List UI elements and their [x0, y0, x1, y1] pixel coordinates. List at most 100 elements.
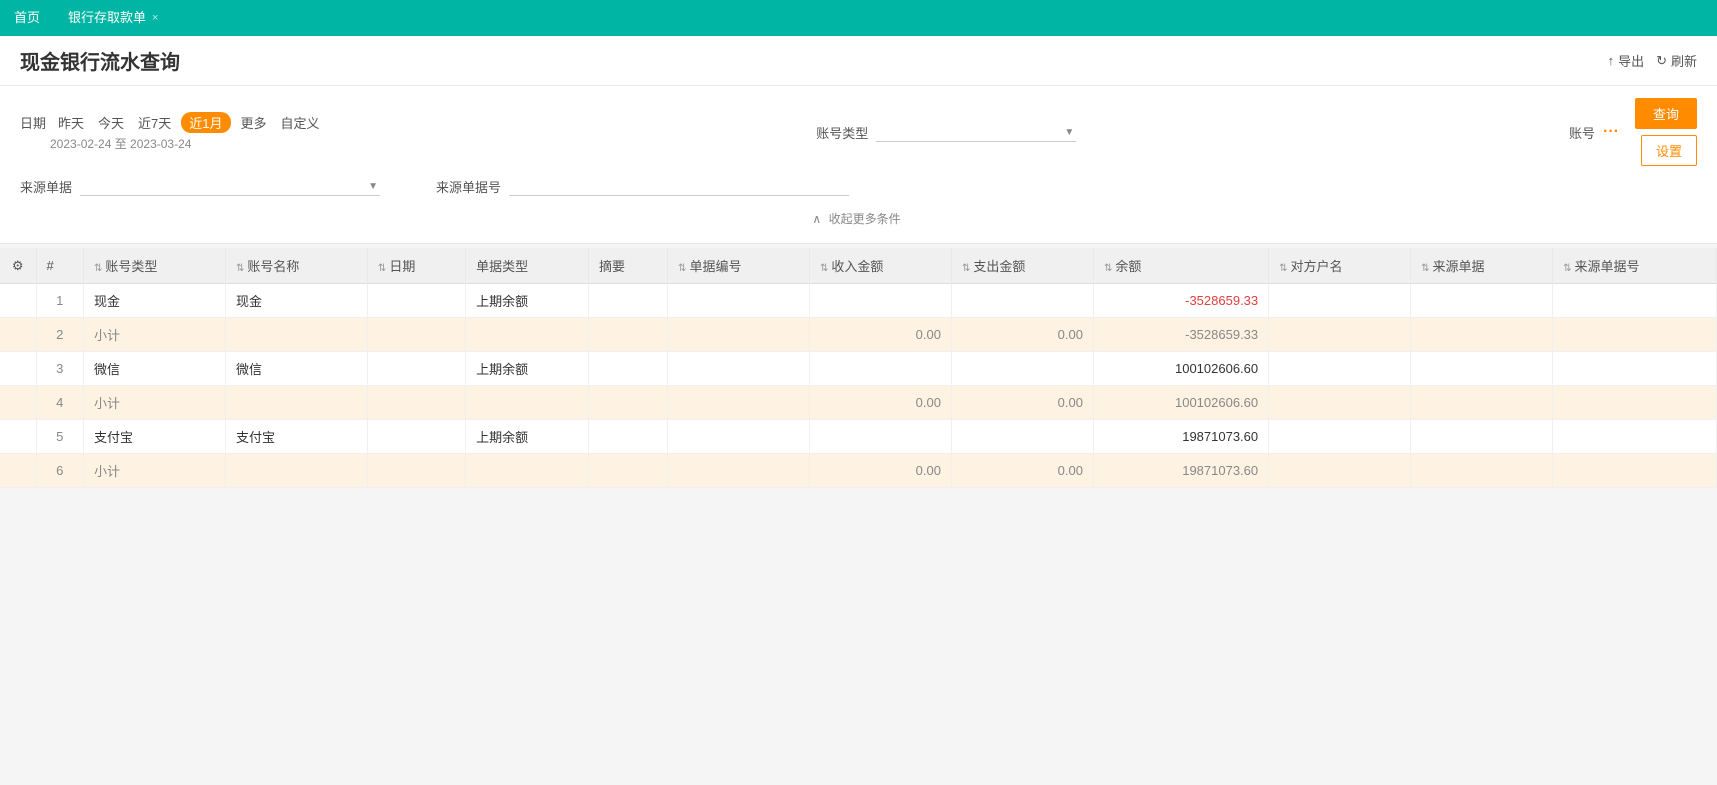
date-option-近7天[interactable]: 近7天: [134, 112, 175, 133]
row-summary: [588, 352, 667, 386]
col-header-doc_type: 单据类型: [466, 248, 589, 284]
date-option-更多[interactable]: 更多: [237, 112, 271, 133]
date-option-昨天[interactable]: 昨天: [54, 112, 88, 133]
row-income: [810, 284, 952, 318]
row-source_doc_no: [1553, 352, 1717, 386]
row-account_name: [225, 386, 367, 420]
row-account_name: [225, 318, 367, 352]
source-doc-no-label: 来源单据号: [436, 177, 501, 196]
col-header-doc_no[interactable]: ⇅单据编号: [668, 248, 810, 284]
row-summary: [588, 318, 667, 352]
row-doc_type: 上期余额: [466, 284, 589, 318]
row-doc_no: [668, 454, 810, 488]
row-income: 0.00: [810, 386, 952, 420]
row-source_doc_no: [1553, 454, 1717, 488]
row-num: 5: [36, 420, 83, 454]
row-account_type: 小计: [83, 318, 225, 352]
row-doc_no: [668, 420, 810, 454]
col-header-num: #: [36, 248, 83, 284]
row-num: 2: [36, 318, 83, 352]
table-row: 2小计0.000.00-3528659.33: [0, 318, 1717, 352]
col-header-expense[interactable]: ⇅支出金额: [951, 248, 1093, 284]
account-dots-button[interactable]: ···: [1603, 123, 1619, 141]
row-balance: -3528659.33: [1093, 284, 1268, 318]
row-balance: 100102606.60: [1093, 386, 1268, 420]
nav-item-银行存取款单[interactable]: 银行存取款单×: [54, 0, 198, 36]
table-row: 3微信微信上期余额100102606.60: [0, 352, 1717, 386]
row-source_doc_no: [1553, 318, 1717, 352]
nav-home[interactable]: 首页: [0, 0, 54, 36]
table-row: 4小计0.000.00100102606.60: [0, 386, 1717, 420]
sort-icon: ⇅: [94, 263, 102, 274]
nav-items: 收款单×付款单×其他收入单×应收应付调整单×银行存取款单×预收冲应收单×收款核销…: [54, 0, 198, 36]
filter-row-1: 日期 昨天今天近7天近1月更多自定义 2023-02-24 至 2023-03-…: [20, 98, 1697, 166]
row-account_type: 微信: [83, 352, 225, 386]
row-doc_type: [466, 454, 589, 488]
row-balance: 100102606.60: [1093, 352, 1268, 386]
row-income: 0.00: [810, 454, 952, 488]
col-header-account_name[interactable]: ⇅账号名称: [225, 248, 367, 284]
row-income: [810, 352, 952, 386]
col-header-balance[interactable]: ⇅余额: [1093, 248, 1268, 284]
row-doc_type: [466, 318, 589, 352]
settings-button[interactable]: 设置: [1641, 135, 1697, 166]
row-balance: 19871073.60: [1093, 420, 1268, 454]
row-gear-cell: [0, 318, 36, 352]
account-label: 账号: [1569, 123, 1595, 142]
source-doc-select[interactable]: [80, 176, 380, 196]
sort-icon: ⇅: [678, 263, 686, 274]
date-range: 2023-02-24 至 2023-03-24: [50, 135, 191, 152]
col-header-source_doc[interactable]: ⇅来源单据: [1411, 248, 1553, 284]
row-account_name: 支付宝: [225, 420, 367, 454]
export-button[interactable]: ↑ 导出: [1608, 51, 1645, 70]
col-header-account_type[interactable]: ⇅账号类型: [83, 248, 225, 284]
row-expense: [951, 420, 1093, 454]
account-type-label: 账号类型: [816, 123, 868, 142]
row-account_name: 微信: [225, 352, 367, 386]
row-counterparty: [1269, 284, 1411, 318]
filter-area: 日期 昨天今天近7天近1月更多自定义 2023-02-24 至 2023-03-…: [0, 86, 1717, 244]
export-icon: ↑: [1608, 53, 1615, 68]
row-source_doc_no: [1553, 420, 1717, 454]
row-source_doc: [1411, 318, 1553, 352]
nav-close-icon[interactable]: ×: [152, 0, 158, 36]
col-header-gear: ⚙: [0, 248, 36, 284]
refresh-button[interactable]: ↻ 刷新: [1656, 51, 1697, 70]
source-doc-no-input[interactable]: [509, 176, 849, 196]
row-gear-cell: [0, 420, 36, 454]
row-gear-cell: [0, 284, 36, 318]
row-counterparty: [1269, 420, 1411, 454]
date-option-自定义[interactable]: 自定义: [277, 112, 324, 133]
query-button[interactable]: 查询: [1635, 98, 1697, 129]
row-account_type: 小计: [83, 454, 225, 488]
row-num: 6: [36, 454, 83, 488]
col-header-source_doc_no[interactable]: ⇅来源单据号: [1553, 248, 1717, 284]
row-account_type: 支付宝: [83, 420, 225, 454]
row-income: [810, 420, 952, 454]
sort-icon: ⇅: [1421, 263, 1429, 274]
col-header-date[interactable]: ⇅日期: [367, 248, 465, 284]
page-header: 现金银行流水查询 ↑ 导出 ↻ 刷新: [0, 36, 1717, 86]
row-counterparty: [1269, 454, 1411, 488]
collapse-bar[interactable]: ∧ 收起更多条件: [20, 206, 1697, 231]
row-summary: [588, 386, 667, 420]
row-summary: [588, 284, 667, 318]
row-income: 0.00: [810, 318, 952, 352]
row-account_name: [225, 454, 367, 488]
row-doc_no: [668, 284, 810, 318]
col-header-counterparty[interactable]: ⇅对方户名: [1269, 248, 1411, 284]
table-header: ⚙#⇅账号类型⇅账号名称⇅日期单据类型摘要⇅单据编号⇅收入金额⇅支出金额⇅余额⇅…: [0, 248, 1717, 284]
gear-icon[interactable]: ⚙: [12, 258, 24, 273]
row-num: 3: [36, 352, 83, 386]
col-header-income[interactable]: ⇅收入金额: [810, 248, 952, 284]
date-option-近1月[interactable]: 近1月: [181, 112, 230, 133]
date-option-今天[interactable]: 今天: [94, 112, 128, 133]
sort-icon: ⇅: [1104, 263, 1112, 274]
row-date: [367, 454, 465, 488]
source-doc-select-wrapper: ▼: [80, 176, 380, 196]
account-type-select[interactable]: [876, 122, 1076, 142]
row-num: 4: [36, 386, 83, 420]
source-doc-label: 来源单据: [20, 177, 72, 196]
row-source_doc_no: [1553, 284, 1717, 318]
row-date: [367, 352, 465, 386]
